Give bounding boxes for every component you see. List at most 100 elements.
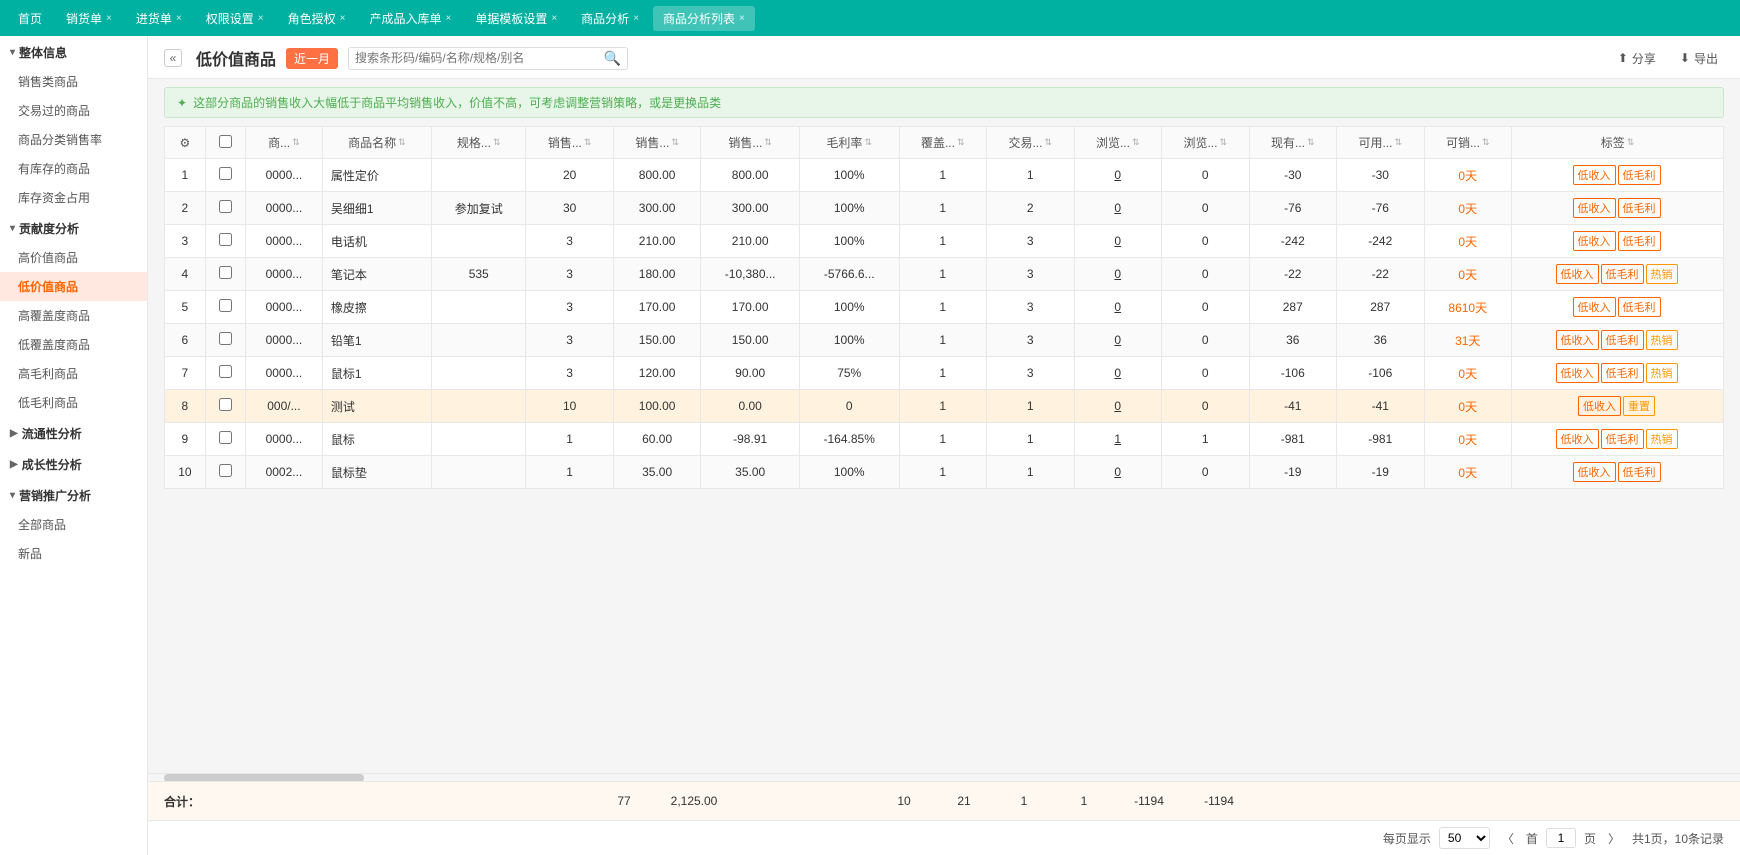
nav-product-warehouse[interactable]: 产成品入库单 × (359, 6, 461, 31)
row-checkbox[interactable] (205, 390, 245, 423)
sidebar-item-low-coverage[interactable]: 低覆盖度商品 (0, 330, 147, 359)
col-spec[interactable]: 规格...⇅ (432, 127, 526, 159)
col-current[interactable]: 现有...⇅ (1249, 127, 1337, 159)
row-checkbox[interactable] (205, 423, 245, 456)
row-browse1[interactable]: 0 (1074, 258, 1162, 291)
row-browse1[interactable]: 1 (1074, 423, 1162, 456)
search-icon[interactable]: 🔍 (604, 50, 621, 67)
nav-role-auth[interactable]: 角色授权 × (278, 6, 356, 31)
row-checkbox[interactable] (205, 456, 245, 489)
row-browse1[interactable]: 0 (1074, 225, 1162, 258)
col-coverage[interactable]: 覆盖...⇅ (899, 127, 987, 159)
row-name[interactable]: 鼠标 (322, 423, 431, 456)
share-button[interactable]: ⬆ 分享 (1612, 48, 1662, 69)
nav-product-analysis-list[interactable]: 商品分析列表 × (653, 6, 755, 31)
browse-link[interactable]: 0 (1114, 234, 1121, 248)
nav-permission[interactable]: 权限设置 × (196, 6, 274, 31)
sidebar-item-new-products[interactable]: 新品 (0, 539, 147, 568)
filter-recent-month-button[interactable]: 近一月 (286, 48, 338, 69)
row-checkbox[interactable] (205, 324, 245, 357)
sidebar-item-high-value[interactable]: 高价值商品 (0, 243, 147, 272)
sidebar-group-liquidity[interactable]: ▶ 流通性分析 (0, 417, 147, 448)
row-browse1[interactable]: 0 (1074, 324, 1162, 357)
browse-link[interactable]: 0 (1114, 333, 1121, 347)
col-avg-income[interactable]: 销售...⇅ (701, 127, 800, 159)
row-select-checkbox[interactable] (219, 266, 232, 279)
sidebar-item-all-products[interactable]: 全部商品 (0, 510, 147, 539)
sidebar-item-low-margin[interactable]: 低毛利商品 (0, 388, 147, 417)
col-code[interactable]: 商...⇅ (245, 127, 322, 159)
row-checkbox[interactable] (205, 159, 245, 192)
browse-link[interactable]: 0 (1114, 267, 1121, 281)
row-name[interactable]: 笔记本 (322, 258, 431, 291)
row-select-checkbox[interactable] (219, 431, 232, 444)
prev-page-button[interactable]: 〈 (1498, 828, 1518, 849)
col-available[interactable]: 可用...⇅ (1337, 127, 1425, 159)
close-icon[interactable]: × (106, 13, 112, 24)
row-name[interactable]: 吴细细1 (322, 192, 431, 225)
row-select-checkbox[interactable] (219, 299, 232, 312)
sidebar-group-overall[interactable]: ▾ 整体信息 (0, 36, 147, 67)
row-select-checkbox[interactable] (219, 233, 232, 246)
col-name[interactable]: 商品名称⇅ (322, 127, 431, 159)
sidebar-item-stock-funds[interactable]: 库存资金占用 (0, 183, 147, 212)
browse-link[interactable]: 1 (1114, 432, 1121, 446)
row-select-checkbox[interactable] (219, 365, 232, 378)
row-browse1[interactable]: 0 (1074, 390, 1162, 423)
sidebar-item-low-value[interactable]: 低价值商品 (0, 272, 147, 301)
row-checkbox[interactable] (205, 357, 245, 390)
row-name[interactable]: 橡皮擦 (322, 291, 431, 324)
col-salable[interactable]: 可销...⇅ (1424, 127, 1512, 159)
row-browse1[interactable]: 0 (1074, 357, 1162, 390)
page-input[interactable] (1546, 828, 1576, 848)
sidebar-item-sales-products[interactable]: 销售类商品 (0, 67, 147, 96)
col-tags[interactable]: 标签⇅ (1512, 127, 1724, 159)
nav-purchase-order[interactable]: 进货单 × (126, 6, 192, 31)
row-name[interactable]: 鼠标1 (322, 357, 431, 390)
nav-template-setting[interactable]: 单据模板设置 × (465, 6, 567, 31)
row-browse1[interactable]: 0 (1074, 456, 1162, 489)
close-icon[interactable]: × (633, 13, 639, 24)
row-browse1[interactable]: 0 (1074, 291, 1162, 324)
sidebar-item-traded-products[interactable]: 交易过的商品 (0, 96, 147, 125)
col-income[interactable]: 销售...⇅ (613, 127, 701, 159)
col-trade[interactable]: 交易...⇅ (987, 127, 1075, 159)
row-browse1[interactable]: 0 (1074, 159, 1162, 192)
row-checkbox[interactable] (205, 192, 245, 225)
row-select-checkbox[interactable] (219, 464, 232, 477)
close-icon[interactable]: × (258, 13, 264, 24)
browse-link[interactable]: 0 (1114, 399, 1121, 413)
close-icon[interactable]: × (340, 13, 346, 24)
per-page-select[interactable]: 50 20 100 (1439, 827, 1490, 849)
col-checkbox[interactable] (205, 127, 245, 159)
sidebar-item-high-coverage[interactable]: 高覆盖度商品 (0, 301, 147, 330)
close-icon[interactable]: × (176, 13, 182, 24)
next-page-button[interactable]: 〉 (1604, 828, 1624, 849)
sidebar-group-growth[interactable]: ▶ 成长性分析 (0, 448, 147, 479)
browse-link[interactable]: 0 (1114, 168, 1121, 182)
browse-link[interactable]: 0 (1114, 300, 1121, 314)
sidebar-item-high-margin[interactable]: 高毛利商品 (0, 359, 147, 388)
close-icon[interactable]: × (445, 13, 451, 24)
export-button[interactable]: ⬇ 导出 (1674, 48, 1724, 69)
row-name[interactable]: 属性定价 (322, 159, 431, 192)
row-select-checkbox[interactable] (219, 398, 232, 411)
sidebar-group-contribution[interactable]: ▾ 贡献度分析 (0, 212, 147, 243)
row-select-checkbox[interactable] (219, 200, 232, 213)
row-select-checkbox[interactable] (219, 332, 232, 345)
nav-product-analysis[interactable]: 商品分析 × (571, 6, 649, 31)
row-select-checkbox[interactable] (219, 167, 232, 180)
row-name[interactable]: 铅笔1 (322, 324, 431, 357)
sidebar-item-stock-products[interactable]: 有库存的商品 (0, 154, 147, 183)
sidebar-item-category-sales[interactable]: 商品分类销售率 (0, 125, 147, 154)
collapse-sidebar-button[interactable]: « (164, 49, 182, 67)
row-checkbox[interactable] (205, 258, 245, 291)
browse-link[interactable]: 0 (1114, 465, 1121, 479)
col-margin[interactable]: 毛利率⇅ (799, 127, 899, 159)
search-input[interactable] (355, 51, 604, 65)
col-qty[interactable]: 销售...⇅ (526, 127, 614, 159)
select-all-checkbox[interactable] (219, 135, 232, 148)
table-container[interactable]: ⚙ 商...⇅ 商品名称⇅ 规格...⇅ 销售...⇅ 销售...⇅ 销售...… (148, 126, 1740, 773)
nav-home[interactable]: 首页 (8, 6, 52, 31)
row-name[interactable]: 电话机 (322, 225, 431, 258)
